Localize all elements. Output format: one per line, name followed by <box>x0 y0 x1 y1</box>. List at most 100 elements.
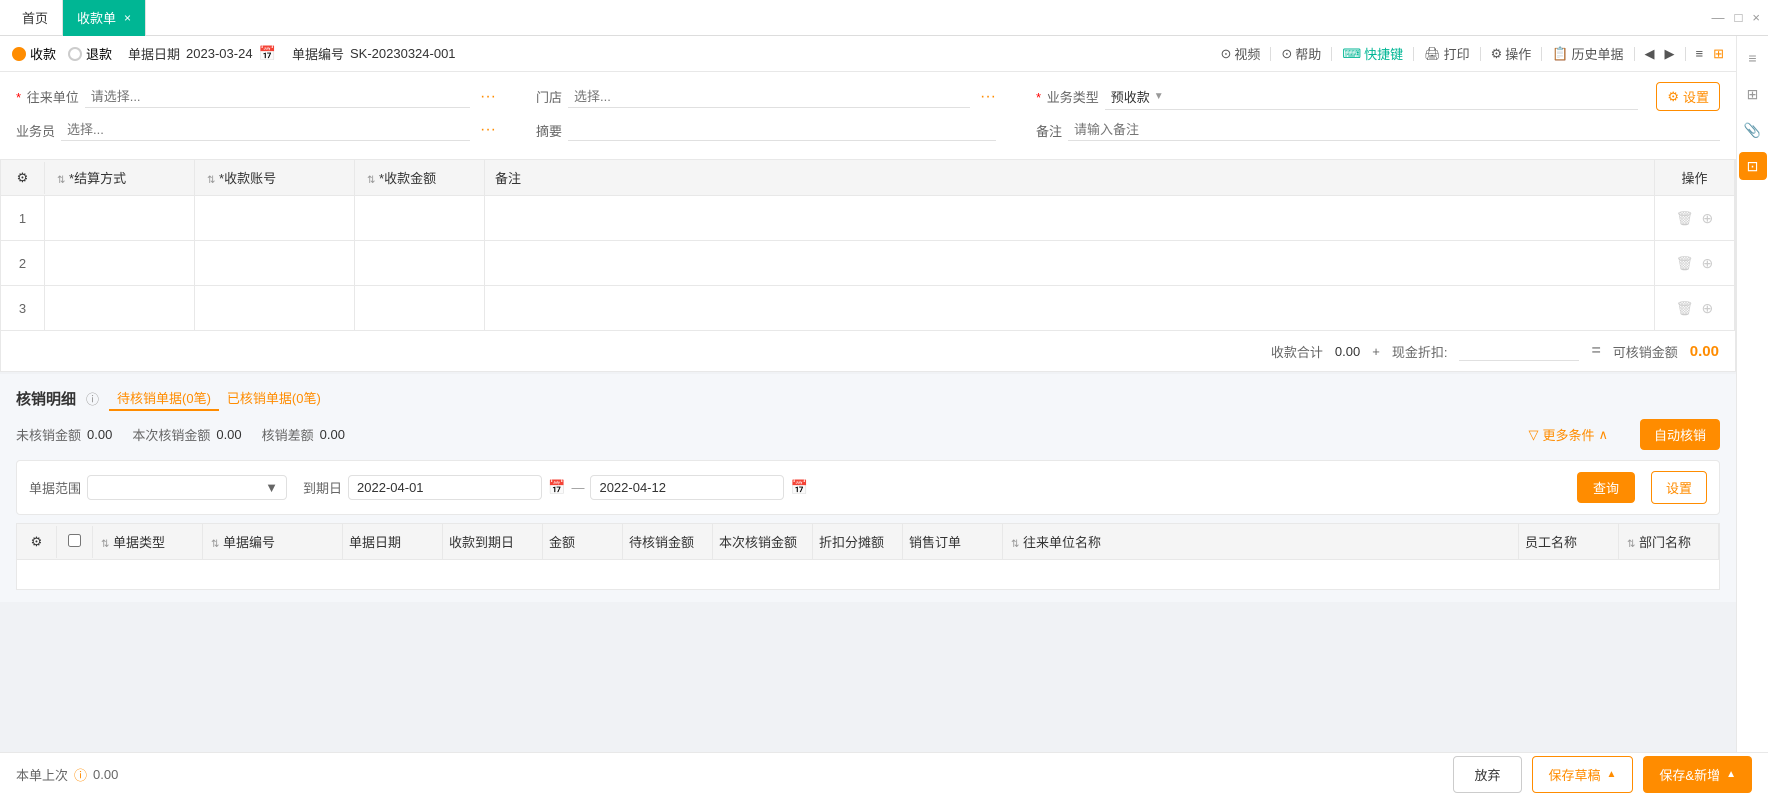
discard-btn[interactable]: 放弃 <box>1453 756 1521 793</box>
save-btn[interactable]: 保存&新增 ▲ <box>1643 756 1752 793</box>
layout-icon[interactable]: ≡ <box>1696 46 1704 61</box>
table-row: 2 🗑 ⊕ <box>0 241 1736 286</box>
calendar-icon[interactable]: 📅 <box>259 45 276 62</box>
td-operation-1: 🗑 ⊕ <box>1655 196 1735 240</box>
td-remark-2[interactable] <box>485 241 1655 285</box>
draft-btn-label: 保存草稿 <box>1549 765 1601 784</box>
next-icon[interactable]: ▶ <box>1665 46 1675 62</box>
delete-icon-1[interactable]: 🗑 <box>1676 210 1694 227</box>
copy-icon-2[interactable]: ⊕ <box>1702 255 1714 272</box>
td-settlement-2[interactable] <box>45 241 195 285</box>
td-settlement-3[interactable] <box>45 286 195 330</box>
staff-input[interactable] <box>61 119 470 141</box>
partner-more-btn[interactable]: ··· <box>480 88 496 106</box>
td-amount-1[interactable] <box>355 196 485 240</box>
td-amount-3[interactable] <box>355 286 485 330</box>
query-btn[interactable]: 查询 <box>1577 472 1635 503</box>
select-all-checkbox[interactable] <box>68 534 81 547</box>
store-input[interactable] <box>568 86 970 108</box>
cal-icon-from[interactable]: 📅 <box>548 479 565 496</box>
bottom-info-icon[interactable]: ⓘ <box>74 765 87 784</box>
delete-icon-2[interactable]: 🗑 <box>1676 255 1694 272</box>
td-account-1[interactable] <box>195 196 355 240</box>
note-label: 备注 <box>1036 121 1062 140</box>
sidebar-icon-1[interactable]: ≡ <box>1739 44 1767 72</box>
tab-links: 待核销单据(0笔) 已核销单据(0笔) <box>109 386 329 411</box>
td-operation-3: 🗑 ⊕ <box>1655 286 1735 330</box>
cal-icon-to[interactable]: 📅 <box>790 479 807 496</box>
sidebar-icon-2[interactable]: ⊞ <box>1739 80 1767 108</box>
staff-label: 业务员 <box>16 121 55 140</box>
pending-tab[interactable]: 待核销单据(0笔) <box>109 386 219 411</box>
date-value[interactable]: 2023-03-24 <box>186 46 253 61</box>
settings-btn[interactable]: ⚙ 设置 <box>1656 82 1720 111</box>
receipt-radio-label: 收款 <box>30 44 56 63</box>
history-btn[interactable]: 📋 历史单据 <box>1552 44 1623 63</box>
print-btn[interactable]: 🖨 打印 <box>1424 44 1470 63</box>
filter-settings-btn[interactable]: 设置 <box>1651 471 1707 504</box>
tab-home[interactable]: 首页 <box>8 0 63 36</box>
partner-input[interactable] <box>85 86 470 108</box>
partner-field: * 往来单位 ··· <box>16 86 496 108</box>
discount-input[interactable] <box>1459 341 1579 361</box>
receipt-radio[interactable]: 收款 <box>12 44 56 63</box>
sidebar-icon-3[interactable]: 📎 <box>1739 116 1767 144</box>
staff-more-btn[interactable]: ··· <box>480 121 496 139</box>
grid-icon[interactable]: ⊞ <box>1713 46 1724 62</box>
th-gear[interactable]: ⚙ <box>1 162 45 194</box>
tab-receipt-label: 收款单 <box>77 8 116 27</box>
video-btn[interactable]: ⊙ 视频 <box>1220 44 1260 63</box>
uncancelled-stat: 未核销金额 0.00 <box>16 425 112 444</box>
store-field: 门店 ··· <box>496 86 996 108</box>
close-icon[interactable]: × <box>1752 10 1760 25</box>
toolbar-actions: ⊙ 视频 ⊙ 帮助 ⌨ 快捷键 🖨 打印 ⚙ 操作 📋 历史单据 ◀ ▶ ≡ ⊞ <box>1220 44 1724 63</box>
due-date-from[interactable] <box>348 475 542 500</box>
sth-salesorder: 销售订单 <box>903 524 1003 559</box>
sth-cb[interactable] <box>57 526 93 558</box>
maximize-icon[interactable]: □ <box>1735 10 1743 25</box>
sth-employee: 员工名称 <box>1519 524 1619 559</box>
refund-radio[interactable]: 退款 <box>68 44 112 63</box>
uncancelled-value: 0.00 <box>87 427 112 442</box>
minimize-icon[interactable]: — <box>1712 10 1725 25</box>
sth-gear[interactable]: ⚙ <box>17 526 57 558</box>
range-select[interactable]: ▼ <box>87 475 287 500</box>
uncancelled-label: 未核销金额 <box>16 425 81 444</box>
td-account-3[interactable] <box>195 286 355 330</box>
diff-value: 0.00 <box>320 427 345 442</box>
td-remark-1[interactable] <box>485 196 1655 240</box>
operation-btn[interactable]: ⚙ 操作 <box>1491 44 1532 63</box>
current-value: 0.00 <box>216 427 241 442</box>
td-remark-3[interactable] <box>485 286 1655 330</box>
diff-label: 核销差额 <box>262 425 314 444</box>
copy-icon-1[interactable]: ⊕ <box>1702 210 1714 227</box>
td-account-2[interactable] <box>195 241 355 285</box>
discount-label: 现金折扣: <box>1392 342 1448 361</box>
copy-icon-3[interactable]: ⊕ <box>1702 300 1714 317</box>
store-more-btn[interactable]: ··· <box>980 88 996 106</box>
docno-value[interactable]: SK-20230324-001 <box>350 46 456 61</box>
sidebar-icon-4[interactable]: ⊡ <box>1739 152 1767 180</box>
delete-icon-3[interactable]: 🗑 <box>1676 300 1694 317</box>
due-date-to[interactable] <box>590 475 784 500</box>
equals-sign: = <box>1591 342 1600 360</box>
abstract-input[interactable] <box>568 119 996 141</box>
business-select[interactable]: 预收款 ▼ <box>1105 84 1639 110</box>
prev-icon[interactable]: ◀ <box>1645 46 1655 62</box>
more-conditions-btn[interactable]: ▽ 更多条件 ∧ <box>1528 425 1608 444</box>
help-btn[interactable]: ⊙ 帮助 <box>1281 44 1321 63</box>
draft-btn[interactable]: 保存草稿 ▲ <box>1532 756 1634 793</box>
done-tab[interactable]: 已核销单据(0笔) <box>219 386 329 411</box>
tab-receipt[interactable]: 收款单 × <box>63 0 146 36</box>
info-icon[interactable]: ⓘ <box>86 389 99 408</box>
tab-close-icon[interactable]: × <box>124 11 131 25</box>
shortcut-btn[interactable]: ⌨ 快捷键 <box>1342 44 1403 63</box>
note-input[interactable] <box>1068 119 1720 141</box>
partner-required: * <box>16 90 21 105</box>
sth-date: 单据日期 <box>343 524 443 559</box>
auto-cancel-btn[interactable]: 自动核销 <box>1640 419 1720 450</box>
td-settlement-1[interactable] <box>45 196 195 240</box>
td-amount-2[interactable] <box>355 241 485 285</box>
right-sidebar: ≡ ⊞ 📎 ⊡ <box>1736 36 1768 796</box>
th-account: ⇅ *收款账号 <box>195 160 355 195</box>
